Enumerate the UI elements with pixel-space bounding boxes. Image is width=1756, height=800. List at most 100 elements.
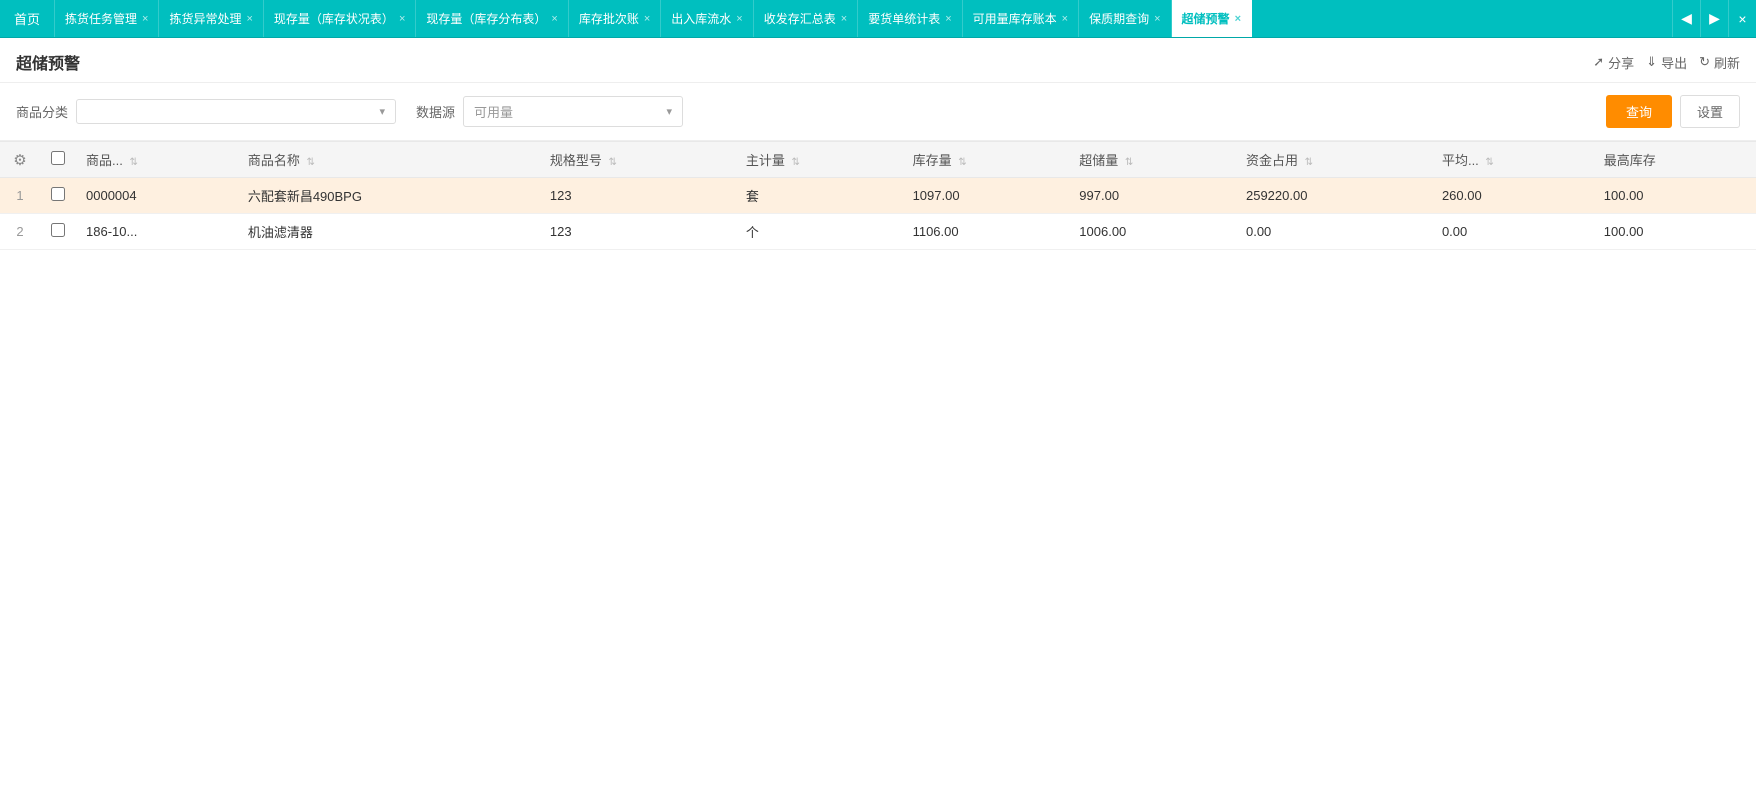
row-product-code-1: 0000004 — [76, 178, 238, 214]
nav-tab-0[interactable]: 拣货任务管理 × — [55, 0, 159, 37]
nav-tab-close-5[interactable]: × — [736, 13, 742, 25]
nav-tab-close-6[interactable]: × — [841, 13, 847, 25]
refresh-icon: ↻ — [1699, 54, 1710, 70]
table-container: ⚙ 商品... ⇅ 商品名称 ⇅ 规格型号 ⇅ — [0, 141, 1756, 250]
nav-tab-2[interactable]: 现存量（库存状况表） × — [264, 0, 416, 37]
row-spec-2: 123 — [540, 214, 736, 250]
col-product-name[interactable]: 商品名称 ⇅ — [238, 142, 540, 178]
datasource-select-value: 可用量 — [474, 102, 513, 121]
category-filter: 商品分类 ▾ — [16, 99, 396, 124]
share-label: 分享 — [1608, 53, 1634, 72]
col-max-stock-label: 最高库存 — [1604, 153, 1656, 168]
nav-tab-9[interactable]: 保质期查询 × — [1079, 0, 1171, 37]
filter-actions: 查询 设置 — [1606, 95, 1740, 128]
query-button[interactable]: 查询 — [1606, 95, 1672, 128]
row-overstock-2: 1006.00 — [1069, 214, 1236, 250]
col-product-code[interactable]: 商品... ⇅ — [76, 142, 238, 178]
table-row: 2 186-10... 机油滤清器 123 个 1106.00 1006.00 … — [0, 214, 1756, 250]
nav-tab-close-2[interactable]: × — [399, 13, 405, 25]
row-num-1: 1 — [0, 178, 40, 214]
row-avg-1: 260.00 — [1432, 178, 1594, 214]
nav-prev-button[interactable]: ◀ — [1672, 0, 1700, 37]
refresh-button[interactable]: ↻ 刷新 — [1699, 53, 1740, 72]
row-overstock-1: 997.00 — [1069, 178, 1236, 214]
data-table: ⚙ 商品... ⇅ 商品名称 ⇅ 规格型号 ⇅ — [0, 141, 1756, 250]
table-row: 1 0000004 六配套新昌490BPG 123 套 1097.00 997.… — [0, 178, 1756, 214]
chevron-down-icon-2: ▾ — [667, 105, 673, 118]
nav-tab-4[interactable]: 库存批次账 × — [569, 0, 661, 37]
select-all-checkbox[interactable] — [51, 151, 65, 165]
row-product-name-2: 机油滤清器 — [238, 214, 540, 250]
nav-tab-8[interactable]: 可用量库存账本 × — [963, 0, 1079, 37]
row-stock-1: 1097.00 — [903, 178, 1070, 214]
col-settings: ⚙ — [0, 142, 40, 178]
row-product-name-1: 六配套新昌490BPG — [238, 178, 540, 214]
share-icon: ➚ — [1593, 54, 1604, 70]
chevron-down-icon: ▾ — [379, 105, 385, 118]
col-stock[interactable]: 库存量 ⇅ — [903, 142, 1070, 178]
col-max-stock[interactable]: 最高库存 — [1594, 142, 1756, 178]
nav-tab-close-7[interactable]: × — [945, 13, 951, 25]
row-spec-1: 123 — [540, 178, 736, 214]
page-title: 超储预警 — [16, 50, 80, 74]
nav-tab-3[interactable]: 现存量（库存分布表） × — [416, 0, 568, 37]
nav-tab-label-1: 拣货异常处理 — [169, 10, 241, 27]
nav-home[interactable]: 首页 — [0, 0, 55, 37]
col-checkbox — [40, 142, 76, 178]
nav-tab-close-9[interactable]: × — [1154, 13, 1160, 25]
col-product-name-label: 商品名称 — [248, 153, 300, 168]
row-product-code-2: 186-10... — [76, 214, 238, 250]
nav-tab-6[interactable]: 收发存汇总表 × — [754, 0, 858, 37]
export-button[interactable]: ⇓ 导出 — [1646, 53, 1687, 72]
row-max-stock-1: 100.00 — [1594, 178, 1756, 214]
row-checkbox-1[interactable] — [40, 178, 76, 214]
nav-tab-close-0[interactable]: × — [142, 13, 148, 25]
row-select-2[interactable] — [51, 223, 65, 237]
page-container: 超储预警 ➚ 分享 ⇓ 导出 ↻ 刷新 商品分类 ▾ 数据源 — [0, 38, 1756, 800]
nav-tab-label-6: 收发存汇总表 — [764, 10, 836, 27]
nav-close-button[interactable]: × — [1728, 0, 1756, 37]
nav-tab-label-5: 出入库流水 — [671, 10, 731, 27]
nav-tab-close-8[interactable]: × — [1062, 13, 1068, 25]
datasource-select[interactable]: 可用量 ▾ — [463, 96, 683, 127]
nav-tab-close-4[interactable]: × — [644, 13, 650, 25]
header-actions: ➚ 分享 ⇓ 导出 ↻ 刷新 — [1593, 53, 1740, 72]
col-unit[interactable]: 主计量 ⇅ — [736, 142, 903, 178]
settings-button[interactable]: 设置 — [1680, 95, 1740, 128]
col-overstock[interactable]: 超储量 ⇅ — [1069, 142, 1236, 178]
row-checkbox-2[interactable] — [40, 214, 76, 250]
col-capital[interactable]: 资金占用 ⇅ — [1236, 142, 1432, 178]
nav-tab-label-4: 库存批次账 — [579, 10, 639, 27]
nav-tab-close-1[interactable]: × — [246, 13, 252, 25]
row-select-1[interactable] — [51, 187, 65, 201]
sort-icon-capital: ⇅ — [1305, 157, 1313, 168]
nav-tab-5[interactable]: 出入库流水 × — [661, 0, 753, 37]
nav-tab-1[interactable]: 拣货异常处理 × — [159, 0, 263, 37]
sort-icon-spec: ⇅ — [609, 157, 617, 168]
row-unit-1: 套 — [736, 178, 903, 214]
col-spec[interactable]: 规格型号 ⇅ — [540, 142, 736, 178]
col-avg[interactable]: 平均... ⇅ — [1432, 142, 1594, 178]
sort-icon-product-code: ⇅ — [129, 157, 137, 168]
row-stock-2: 1106.00 — [903, 214, 1070, 250]
nav-next-button[interactable]: ▶ — [1700, 0, 1728, 37]
gear-icon[interactable]: ⚙ — [13, 152, 26, 169]
col-avg-label: 平均... — [1442, 153, 1479, 168]
nav-tab-close-3[interactable]: × — [551, 13, 557, 25]
category-select[interactable]: ▾ — [76, 99, 396, 124]
col-stock-label: 库存量 — [913, 153, 952, 168]
nav-tab-7[interactable]: 要货单统计表 × — [858, 0, 962, 37]
filter-area: 商品分类 ▾ 数据源 可用量 ▾ 查询 设置 — [0, 83, 1756, 141]
share-button[interactable]: ➚ 分享 — [1593, 53, 1634, 72]
row-num-2: 2 — [0, 214, 40, 250]
sort-icon-stock: ⇅ — [958, 157, 966, 168]
row-capital-2: 0.00 — [1236, 214, 1432, 250]
row-max-stock-2: 100.00 — [1594, 214, 1756, 250]
table-header-row: ⚙ 商品... ⇅ 商品名称 ⇅ 规格型号 ⇅ — [0, 142, 1756, 178]
nav-tab-label-8: 可用量库存账本 — [973, 10, 1057, 27]
nav-tab-10[interactable]: 超储预警 × — [1172, 0, 1252, 37]
nav-tab-close-10[interactable]: × — [1235, 13, 1241, 25]
col-overstock-label: 超储量 — [1079, 153, 1118, 168]
nav-tab-label-9: 保质期查询 — [1089, 10, 1149, 27]
page-header: 超储预警 ➚ 分享 ⇓ 导出 ↻ 刷新 — [0, 38, 1756, 83]
